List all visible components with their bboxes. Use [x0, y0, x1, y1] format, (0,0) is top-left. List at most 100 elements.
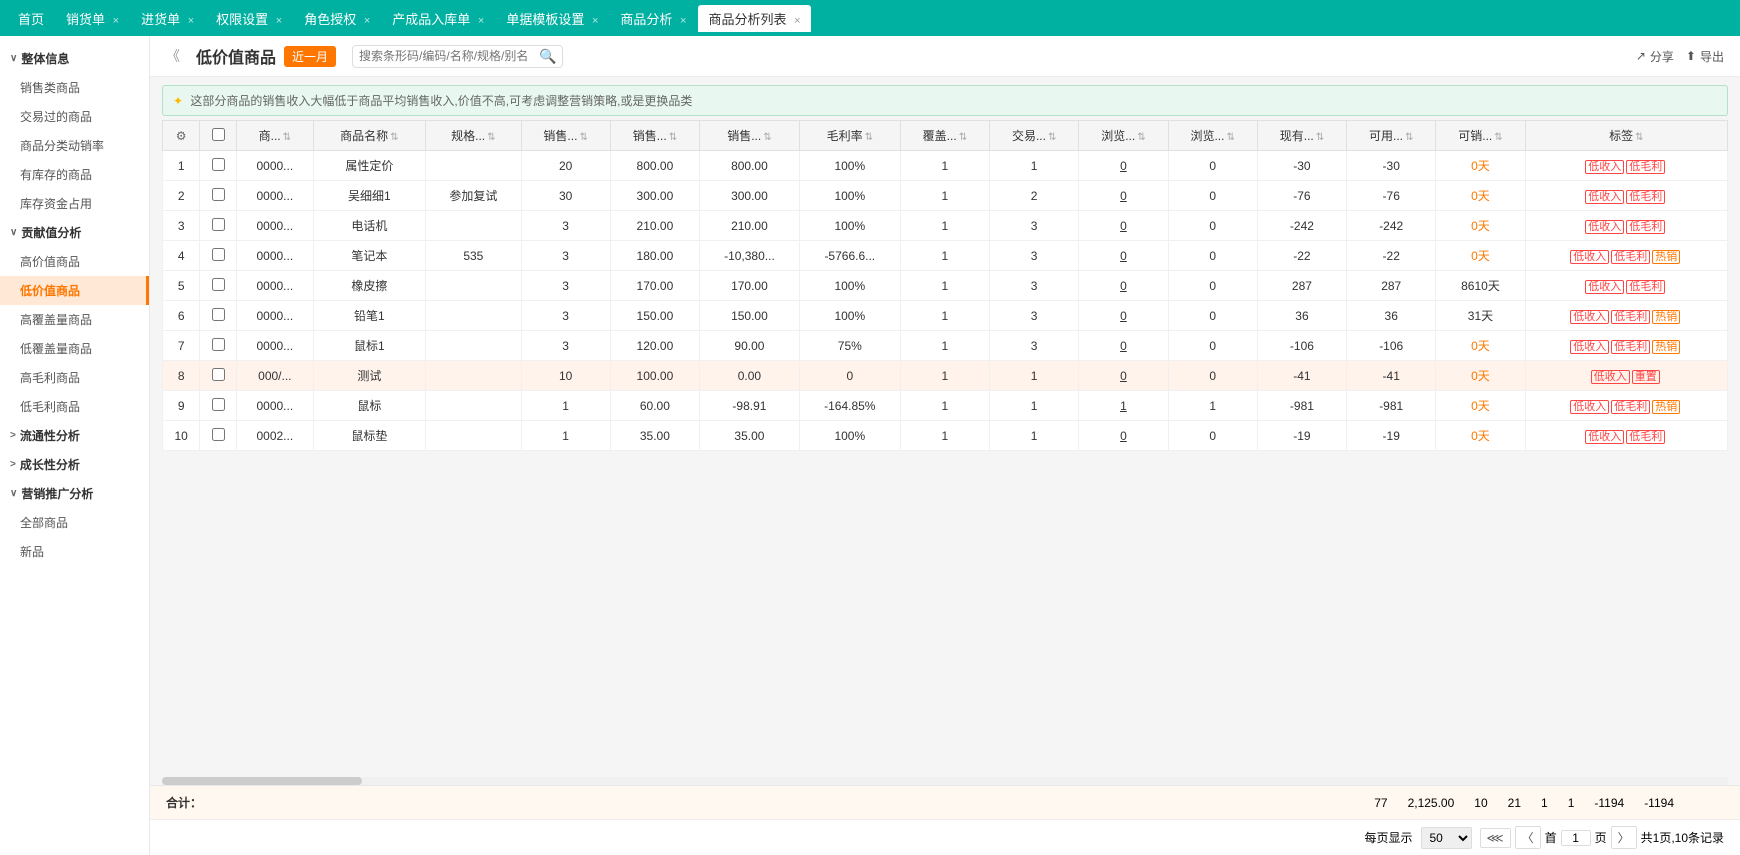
nav-goods-analysis-list[interactable]: 商品分析列表 × — [698, 5, 810, 32]
sidebar-collapse-button[interactable]: 《 — [166, 46, 180, 66]
sidebar-item-new-goods[interactable]: 新品 — [0, 537, 149, 566]
period-button[interactable]: 近一月 — [284, 46, 336, 67]
close-icon[interactable]: × — [592, 15, 598, 27]
sidebar-item-sales-goods[interactable]: 销售类商品 — [0, 73, 149, 102]
sidebar-item-traded-goods[interactable]: 交易过的商品 — [0, 102, 149, 131]
row-col12[interactable]: 0 — [1079, 301, 1168, 331]
row-col12[interactable]: 0 — [1079, 181, 1168, 211]
col-available-header[interactable]: 可用...⇅ — [1347, 121, 1436, 151]
sidebar-item-high-value[interactable]: 高价值商品 — [0, 247, 149, 276]
per-page-select[interactable]: 50 100 — [1421, 827, 1472, 849]
row-col12[interactable]: 0 — [1079, 271, 1168, 301]
col-profit-header[interactable]: 毛利率⇅ — [799, 121, 900, 151]
close-icon[interactable]: × — [794, 15, 800, 27]
nav-permission[interactable]: 权限设置 × — [206, 5, 292, 32]
sidebar-item-low-coverage[interactable]: 低覆盖量商品 — [0, 334, 149, 363]
nav-template[interactable]: 单据模板设置 × — [496, 5, 608, 32]
col-checkbox-all[interactable] — [200, 121, 237, 151]
sidebar-item-stock-goods[interactable]: 有库存的商品 — [0, 160, 149, 189]
browse-link[interactable]: 0 — [1120, 279, 1127, 293]
nav-home[interactable]: 首页 — [8, 5, 54, 32]
close-icon[interactable]: × — [188, 15, 194, 27]
search-icon[interactable]: 🔍 — [539, 48, 556, 65]
row-select-checkbox[interactable] — [212, 188, 225, 201]
sidebar-item-low-profit[interactable]: 低毛利商品 — [0, 392, 149, 421]
sidebar-item-high-coverage[interactable]: 高覆盖量商品 — [0, 305, 149, 334]
nav-role[interactable]: 角色授权 × — [294, 5, 380, 32]
sidebar-group-overview[interactable]: ∨整体信息 — [0, 44, 149, 73]
select-all-checkbox[interactable] — [212, 128, 225, 141]
sidebar-item-stock-fund[interactable]: 库存资金占用 — [0, 189, 149, 218]
row-col12[interactable]: 0 — [1079, 331, 1168, 361]
browse-link[interactable]: 0 — [1120, 309, 1127, 323]
horizontal-scrollbar[interactable] — [162, 777, 1728, 785]
sidebar-item-category-sales[interactable]: 商品分类动销率 — [0, 131, 149, 160]
col-sale1-header[interactable]: 销售...⇅ — [521, 121, 610, 151]
browse-link[interactable]: 1 — [1120, 399, 1127, 413]
row-select-checkbox[interactable] — [212, 248, 225, 261]
export-button[interactable]: ⬆ 导出 — [1686, 48, 1724, 65]
row-col12[interactable]: 0 — [1079, 211, 1168, 241]
close-icon[interactable]: × — [276, 15, 282, 27]
browse-link[interactable]: 0 — [1120, 219, 1127, 233]
close-icon[interactable]: × — [113, 15, 119, 27]
col-trade-header[interactable]: 交易...⇅ — [990, 121, 1079, 151]
row-select-checkbox[interactable] — [212, 368, 225, 381]
close-icon[interactable]: × — [680, 15, 686, 27]
nav-goods-analysis[interactable]: 商品分析 × — [610, 5, 696, 32]
nav-purchase[interactable]: 进货单 × — [131, 5, 204, 32]
col-current-header[interactable]: 现有...⇅ — [1257, 121, 1346, 151]
sidebar-group-marketing[interactable]: ∨营销推广分析 — [0, 479, 149, 508]
row-col12[interactable]: 0 — [1079, 241, 1168, 271]
row-select-checkbox[interactable] — [212, 218, 225, 231]
col-code-header[interactable]: 商...⇅ — [237, 121, 313, 151]
browse-link[interactable]: 0 — [1120, 159, 1127, 173]
col-tag-header[interactable]: 标签⇅ — [1525, 121, 1727, 151]
row-select-checkbox[interactable] — [212, 278, 225, 291]
row-select-checkbox[interactable] — [212, 158, 225, 171]
scrollbar-thumb[interactable] — [162, 777, 362, 785]
next-page-button[interactable]: 〉 — [1611, 826, 1637, 849]
col-browse2-header[interactable]: 浏览...⇅ — [1168, 121, 1257, 151]
row-checkbox[interactable] — [200, 331, 237, 361]
row-checkbox[interactable] — [200, 241, 237, 271]
nav-sales[interactable]: 销货单 × — [56, 5, 129, 32]
col-browse1-header[interactable]: 浏览...⇅ — [1079, 121, 1168, 151]
row-col12[interactable]: 1 — [1079, 391, 1168, 421]
close-icon[interactable]: × — [364, 15, 370, 27]
prev-page-button[interactable]: 〈 — [1515, 826, 1541, 849]
col-spec-header[interactable]: 规格...⇅ — [426, 121, 521, 151]
row-checkbox[interactable] — [200, 151, 237, 181]
row-checkbox[interactable] — [200, 361, 237, 391]
row-checkbox[interactable] — [200, 211, 237, 241]
row-select-checkbox[interactable] — [212, 338, 225, 351]
browse-link[interactable]: 0 — [1120, 369, 1127, 383]
sidebar-item-all-goods[interactable]: 全部商品 — [0, 508, 149, 537]
col-coverage-header[interactable]: 覆盖...⇅ — [900, 121, 989, 151]
sidebar-group-circulation[interactable]: >流通性分析 — [0, 421, 149, 450]
row-checkbox[interactable] — [200, 421, 237, 451]
nav-product-in[interactable]: 产成品入库单 × — [382, 5, 494, 32]
row-checkbox[interactable] — [200, 271, 237, 301]
page-number-input[interactable] — [1561, 830, 1591, 846]
row-checkbox[interactable] — [200, 301, 237, 331]
row-select-checkbox[interactable] — [212, 308, 225, 321]
row-select-checkbox[interactable] — [212, 398, 225, 411]
browse-link[interactable]: 0 — [1120, 189, 1127, 203]
sidebar-group-contribution[interactable]: ∨贡献值分析 — [0, 218, 149, 247]
row-col12[interactable]: 0 — [1079, 421, 1168, 451]
col-settings[interactable]: ⚙ — [163, 121, 200, 151]
col-sale3-header[interactable]: 销售...⇅ — [700, 121, 800, 151]
browse-link[interactable]: 0 — [1120, 339, 1127, 353]
row-checkbox[interactable] — [200, 181, 237, 211]
row-col12[interactable]: 0 — [1079, 151, 1168, 181]
sidebar-group-growth[interactable]: >成长性分析 — [0, 450, 149, 479]
close-icon[interactable]: × — [478, 15, 484, 27]
browse-link[interactable]: 0 — [1120, 429, 1127, 443]
search-input[interactable] — [359, 49, 539, 63]
first-page-button[interactable]: ⋘ — [1480, 828, 1511, 848]
col-saleable-header[interactable]: 可销...⇅ — [1436, 121, 1525, 151]
browse-link[interactable]: 0 — [1120, 249, 1127, 263]
row-col12[interactable]: 0 — [1079, 361, 1168, 391]
col-name-header[interactable]: 商品名称⇅ — [313, 121, 426, 151]
